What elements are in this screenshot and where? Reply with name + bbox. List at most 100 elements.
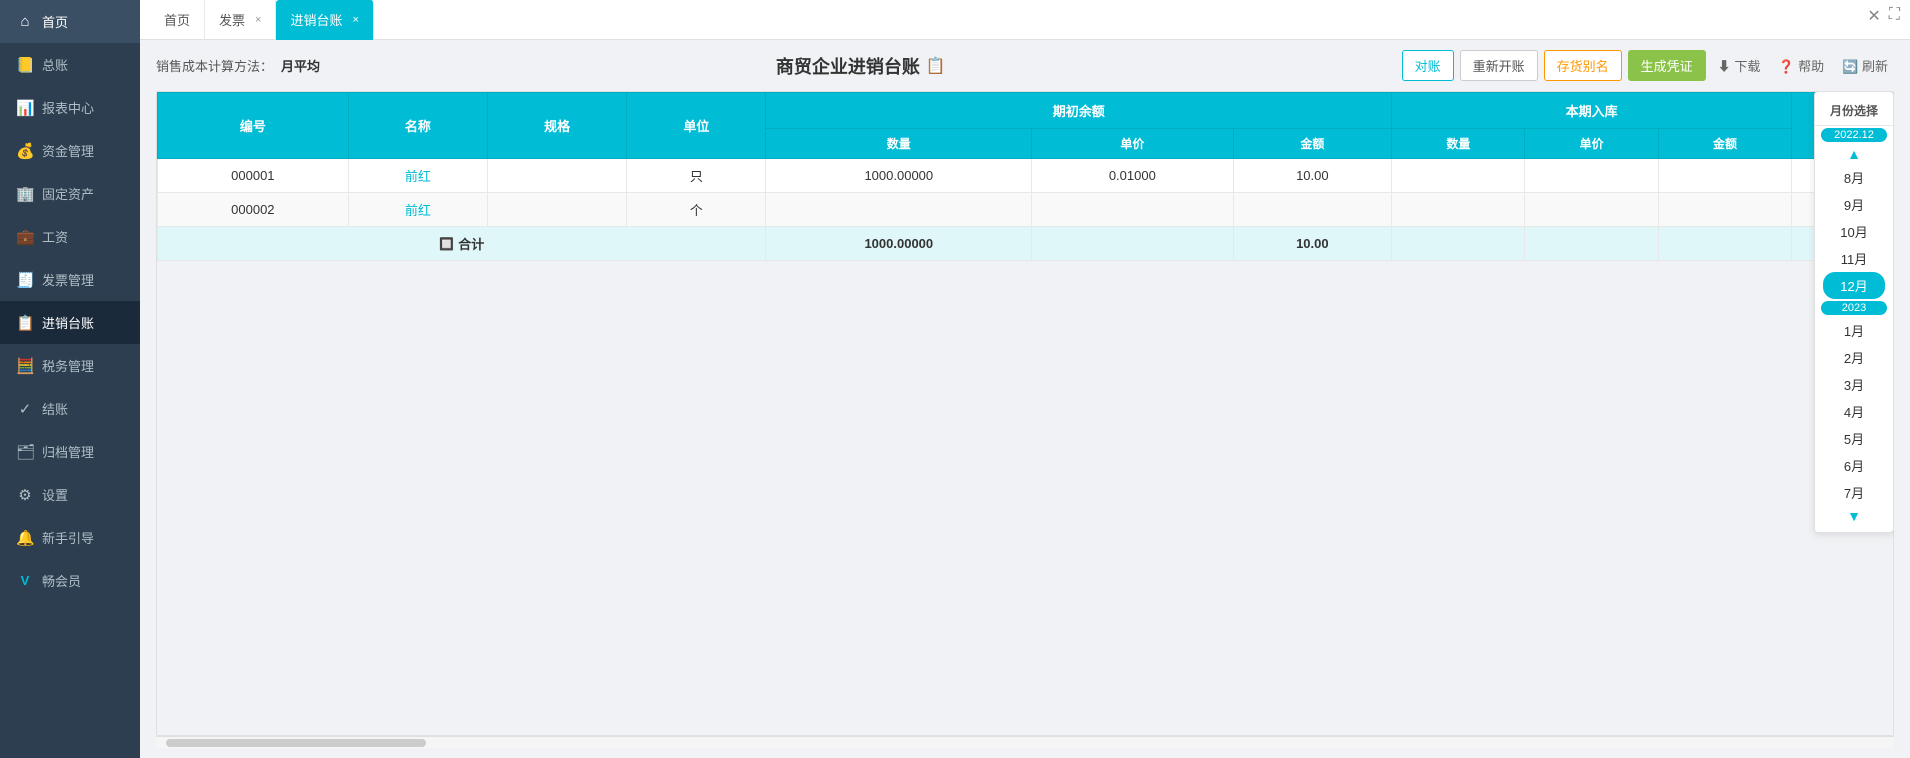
sidebar-label-purchase-sale: 进销台账 xyxy=(42,313,94,332)
sidebar-item-guide[interactable]: 🔔 新手引导 xyxy=(0,516,140,559)
cell-inbound-price xyxy=(1525,159,1658,193)
cell-opening-price xyxy=(1032,193,1233,227)
download-button[interactable]: ⬇ 下载 xyxy=(1712,52,1767,79)
sidebar-label-home: 首页 xyxy=(42,12,68,31)
horizontal-scrollbar[interactable] xyxy=(156,736,1894,748)
assets-icon: 🏢 xyxy=(16,185,34,203)
sidebar-label-checkout: 结账 xyxy=(42,399,68,418)
month-8[interactable]: 8月 xyxy=(1815,164,1893,191)
total-opening-price xyxy=(1032,227,1233,261)
cell-opening-qty: 1000.00000 xyxy=(766,159,1032,193)
col-opening-qty: 数量 xyxy=(766,129,1032,159)
total-inbound-amount xyxy=(1658,227,1791,261)
cell-code: 000001 xyxy=(158,159,349,193)
archive-icon: 🗂 xyxy=(16,443,34,461)
generate-button[interactable]: 生成凭证 xyxy=(1628,50,1706,81)
salary-icon: 💼 xyxy=(16,228,34,246)
col-name: 名称 xyxy=(348,93,487,159)
toolbar: 对账 重新开账 存货别名 生成凭证 ⬇ 下载 ❓ 帮助 🔄 刷新 xyxy=(1402,50,1894,81)
scroll-thumb[interactable] xyxy=(166,739,426,747)
reopen-button[interactable]: 重新开账 xyxy=(1460,50,1538,81)
sidebar-item-ledger[interactable]: 📒 总账 xyxy=(0,43,140,86)
tab-invoice-label: 发票 xyxy=(219,10,245,29)
reconcile-button[interactable]: 对账 xyxy=(1402,50,1454,81)
col-opening-group: 期初余额 xyxy=(766,93,1392,129)
reports-icon: 📊 xyxy=(16,99,34,117)
month-2023-4[interactable]: 4月 xyxy=(1815,398,1893,425)
tab-purchase-sale-label: 进销台账 xyxy=(290,10,342,29)
page-title-icon: 📋 xyxy=(926,56,946,76)
cell-inbound-price xyxy=(1525,193,1658,227)
finance-icon: 💰 xyxy=(16,142,34,160)
sidebar-item-assets[interactable]: 🏢 固定资产 xyxy=(0,172,140,215)
total-icon: 🔲 xyxy=(439,237,454,251)
cell-inbound-qty xyxy=(1392,193,1525,227)
month-12[interactable]: 12月 xyxy=(1823,272,1885,299)
sidebar-item-invoice-mgmt[interactable]: 🧾 发票管理 xyxy=(0,258,140,301)
month-2023-1[interactable]: 1月 xyxy=(1815,317,1893,344)
maximize-button[interactable]: ⛶ xyxy=(1889,6,1900,26)
download-label: 下载 xyxy=(1734,59,1760,74)
col-opening-amount: 金额 xyxy=(1233,129,1392,159)
member-icon: V xyxy=(16,573,34,588)
sidebar-item-checkout[interactable]: ✓ 结账 xyxy=(0,387,140,430)
cell-unit: 只 xyxy=(627,159,766,193)
ledger-icon: 📒 xyxy=(16,56,34,74)
cell-inbound-qty xyxy=(1392,159,1525,193)
cost-method-value: 月平均 xyxy=(281,56,320,75)
sidebar-label-archive: 归档管理 xyxy=(42,442,94,461)
scroll-down-button[interactable]: ▼ xyxy=(1815,506,1893,526)
cell-spec xyxy=(487,159,626,193)
tab-home[interactable]: 首页 xyxy=(150,0,205,40)
invoice-mgmt-icon: 🧾 xyxy=(16,271,34,289)
sidebar: ⌂ 首页 📒 总账 📊 报表中心 💰 资金管理 🏢 固定资产 💼 工资 🧾 发票… xyxy=(0,0,140,758)
cost-method-label: 销售成本计算方法： xyxy=(156,56,273,75)
total-inbound-qty xyxy=(1392,227,1525,261)
month-11[interactable]: 11月 xyxy=(1815,245,1893,272)
sidebar-item-reports[interactable]: 📊 报表中心 xyxy=(0,86,140,129)
help-button[interactable]: ❓ 帮助 xyxy=(1772,52,1830,79)
total-opening-amount: 10.00 xyxy=(1233,227,1392,261)
page-title-text: 商贸企业进销台账 xyxy=(776,53,920,79)
sidebar-item-member[interactable]: V 畅会员 xyxy=(0,559,140,602)
cost-method: 销售成本计算方法： 月平均 xyxy=(156,56,320,75)
sidebar-item-salary[interactable]: 💼 工资 xyxy=(0,215,140,258)
sidebar-item-tax[interactable]: 🧮 税务管理 xyxy=(0,344,140,387)
cell-unit: 个 xyxy=(627,193,766,227)
refresh-label: 刷新 xyxy=(1862,59,1888,74)
tabs-bar: 首页 发票 × 进销台账 × xyxy=(140,0,1910,40)
sidebar-item-archive[interactable]: 🗂 归档管理 xyxy=(0,430,140,473)
scroll-up-button[interactable]: ▲ xyxy=(1815,144,1893,164)
month-2023-2[interactable]: 2月 xyxy=(1815,344,1893,371)
table-row: 000002 前红 个 xyxy=(158,193,1893,227)
tab-purchase-sale[interactable]: 进销台账 × xyxy=(276,0,373,40)
save-alias-button[interactable]: 存货别名 xyxy=(1544,50,1622,81)
sidebar-label-invoice-mgmt: 发票管理 xyxy=(42,270,94,289)
month-2023-5[interactable]: 5月 xyxy=(1815,425,1893,452)
cell-opening-qty xyxy=(766,193,1032,227)
sidebar-item-purchase-sale[interactable]: 📋 进销台账 xyxy=(0,301,140,344)
sidebar-label-settings: 设置 xyxy=(42,485,68,504)
sidebar-item-home[interactable]: ⌂ 首页 xyxy=(0,0,140,43)
tab-invoice[interactable]: 发票 × xyxy=(205,0,276,40)
month-2023-7[interactable]: 7月 xyxy=(1815,479,1893,506)
tab-purchase-sale-close[interactable]: × xyxy=(352,14,358,26)
total-inbound-price xyxy=(1525,227,1658,261)
col-inbound-price: 单价 xyxy=(1525,129,1658,159)
tab-invoice-close[interactable]: × xyxy=(255,14,261,26)
content-area: 销售成本计算方法： 月平均 商贸企业进销台账 📋 对账 重新开账 存货别名 生成… xyxy=(140,40,1910,758)
sidebar-label-salary: 工资 xyxy=(42,227,68,246)
close-button[interactable]: ✕ xyxy=(1867,6,1880,26)
cell-name: 前红 xyxy=(348,159,487,193)
month-9[interactable]: 9月 xyxy=(1815,191,1893,218)
sidebar-item-finance[interactable]: 💰 资金管理 xyxy=(0,129,140,172)
month-2023-6[interactable]: 6月 xyxy=(1815,452,1893,479)
refresh-button[interactable]: 🔄 刷新 xyxy=(1836,52,1894,79)
window-controls: ✕ ⛶ xyxy=(1867,6,1900,26)
col-opening-price: 单价 xyxy=(1032,129,1233,159)
sidebar-item-settings[interactable]: ⚙ 设置 xyxy=(0,473,140,516)
month-2023-3[interactable]: 3月 xyxy=(1815,371,1893,398)
col-spec: 规格 xyxy=(487,93,626,159)
cell-spec xyxy=(487,193,626,227)
month-10[interactable]: 10月 xyxy=(1815,218,1893,245)
